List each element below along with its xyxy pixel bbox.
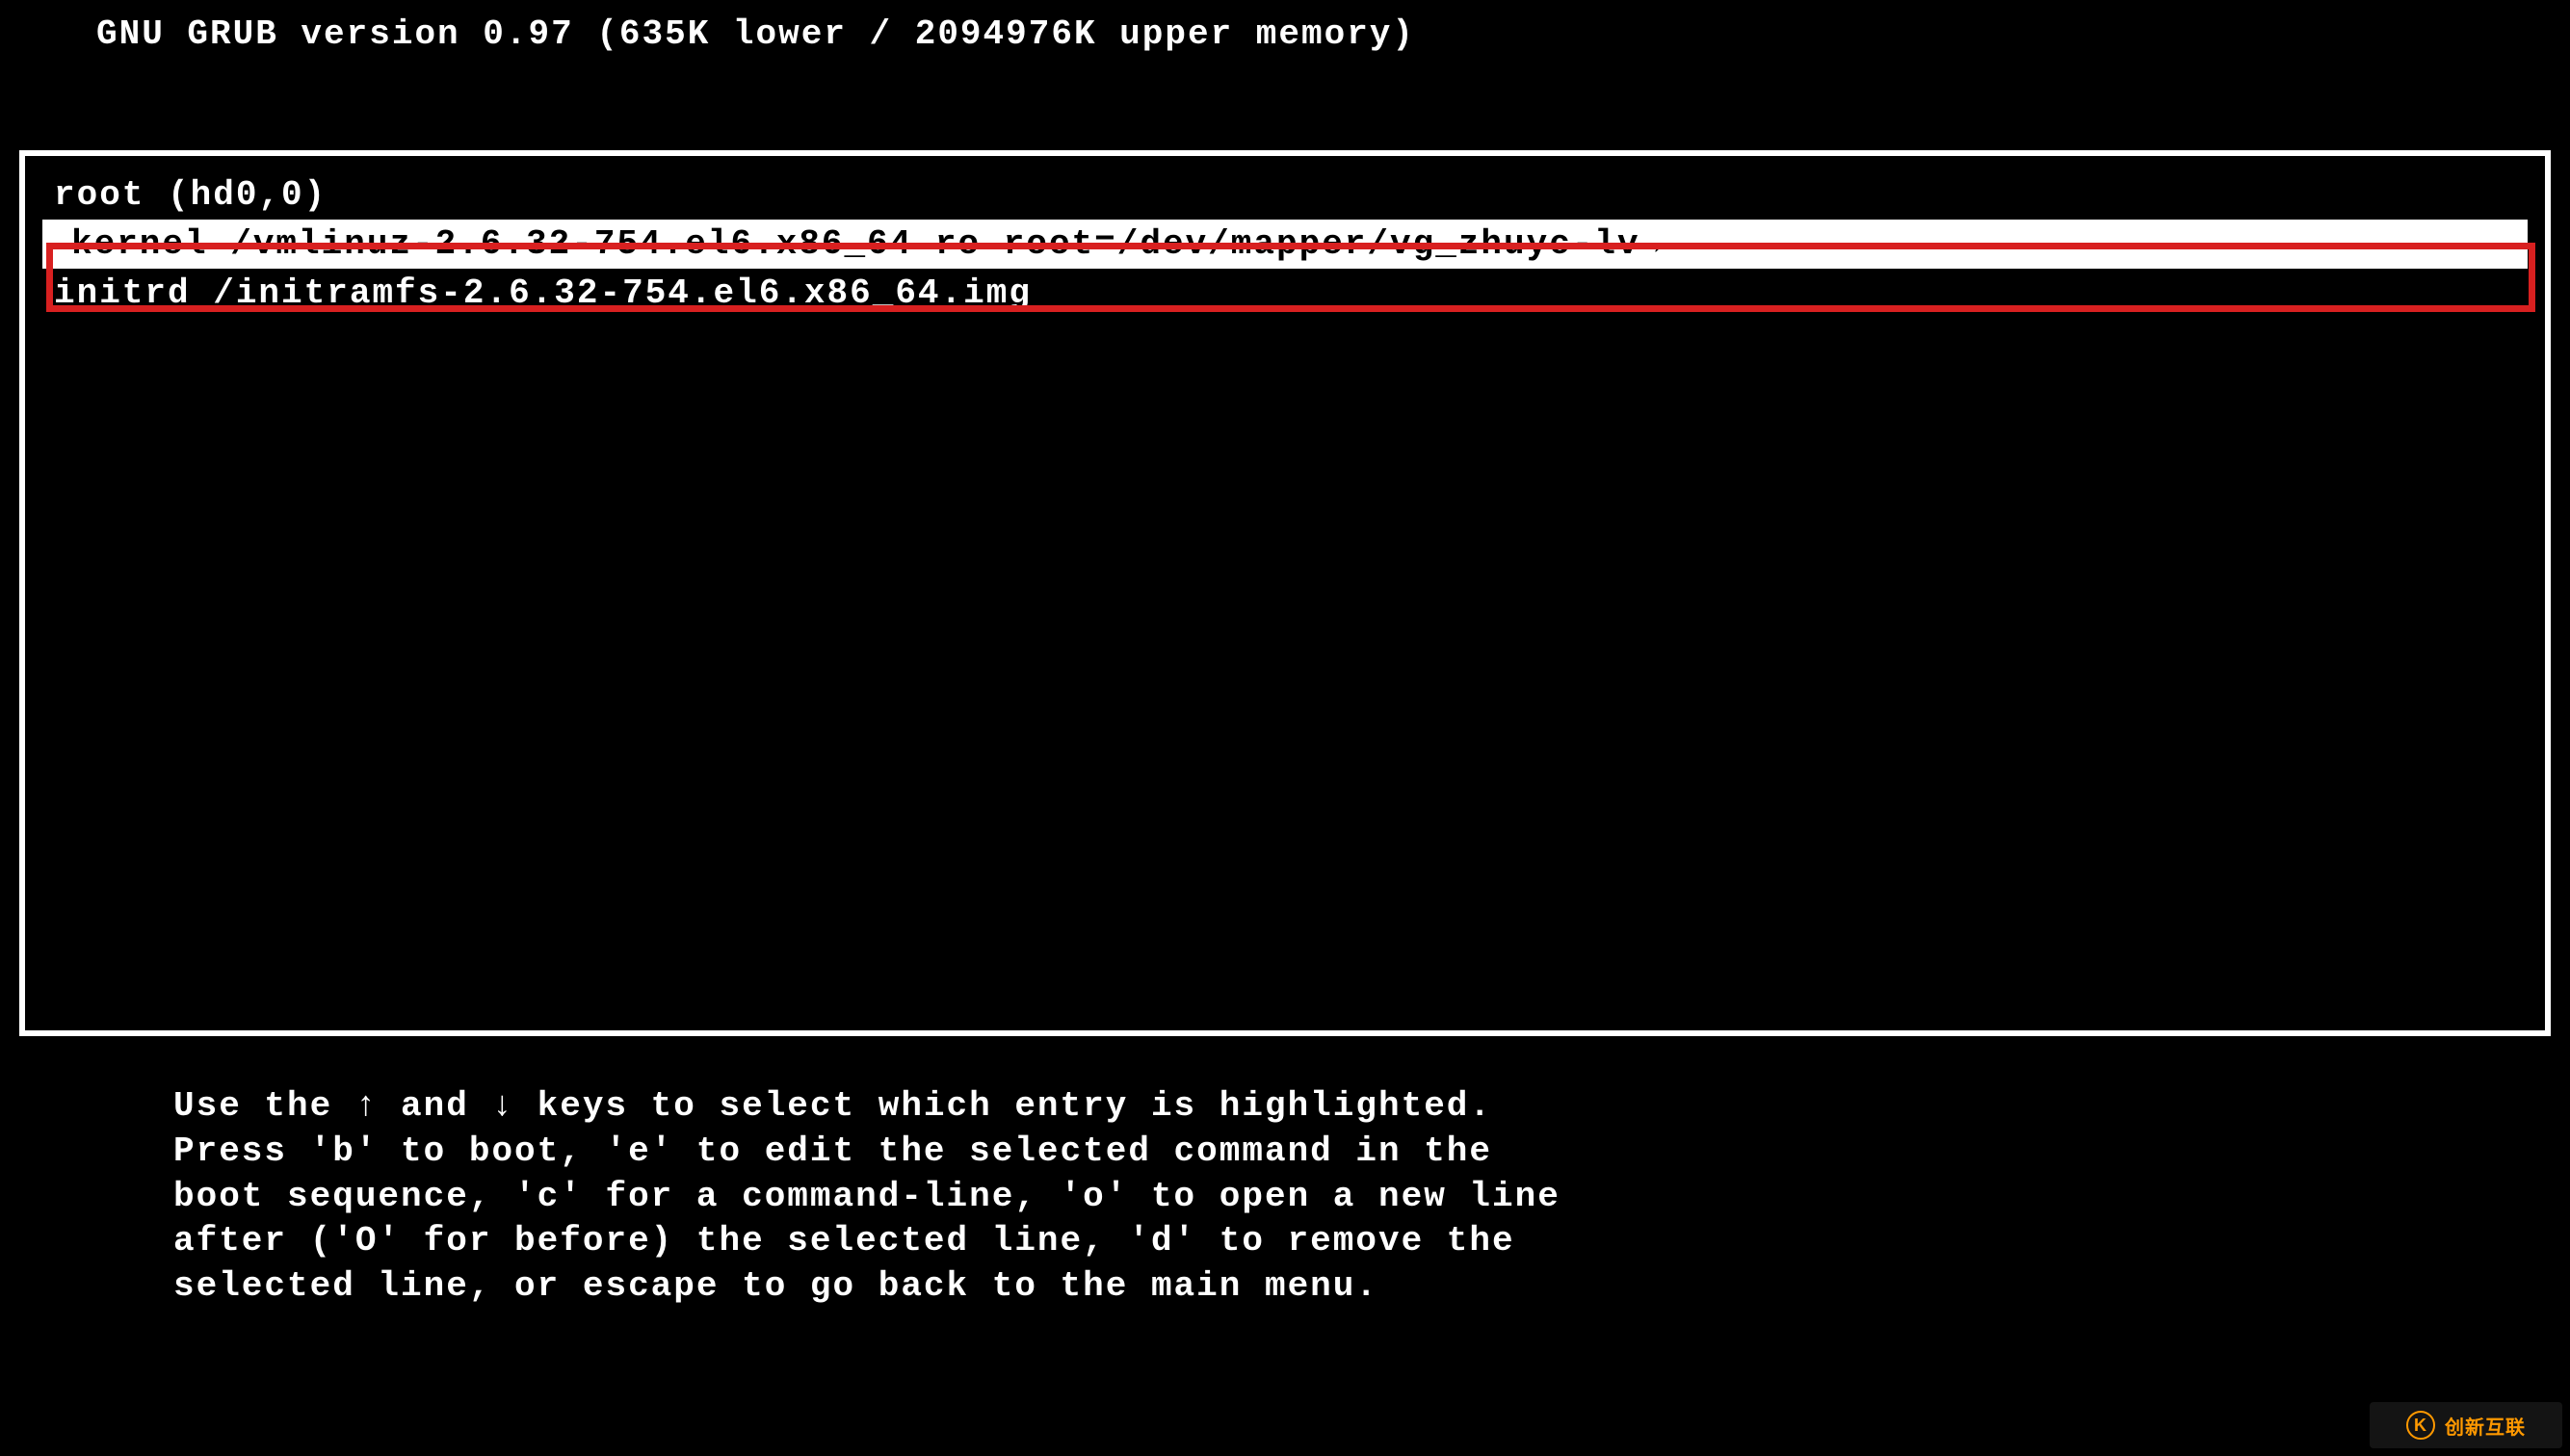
menu-initrd-text: initrd /initramfs-2.6.32-754.el6.x86_64.… — [54, 273, 1032, 313]
instructions-text: Use the ↑ and ↓ keys to select which ent… — [0, 1065, 2119, 1310]
menu-line-initrd[interactable]: initrd /initramfs-2.6.32-754.el6.x86_64.… — [25, 269, 2545, 318]
watermark-icon: K — [2406, 1411, 2435, 1440]
menu-line-root[interactable]: root (hd0,0) — [25, 156, 2545, 220]
menu-kernel-text: kernel /vmlinuz-2.6.32-754.el6.x86_64 ro… — [71, 224, 1663, 264]
boot-menu-box[interactable]: root (hd0,0) kernel /vmlinuz-2.6.32-754.… — [19, 150, 2551, 1036]
instructions-content: Use the ↑ and ↓ keys to select which ent… — [173, 1084, 2119, 1310]
menu-line-kernel-selected[interactable]: kernel /vmlinuz-2.6.32-754.el6.x86_64 ro… — [42, 220, 2528, 269]
watermark: K 创新互联 — [2370, 1402, 2562, 1448]
grub-title: GNU GRUB version 0.97 (635K lower / 2094… — [96, 14, 1415, 54]
grub-header: GNU GRUB version 0.97 (635K lower / 2094… — [0, 0, 2570, 54]
watermark-text: 创新互联 — [2445, 1412, 2526, 1440]
menu-root-text: root (hd0,0) — [54, 175, 327, 215]
